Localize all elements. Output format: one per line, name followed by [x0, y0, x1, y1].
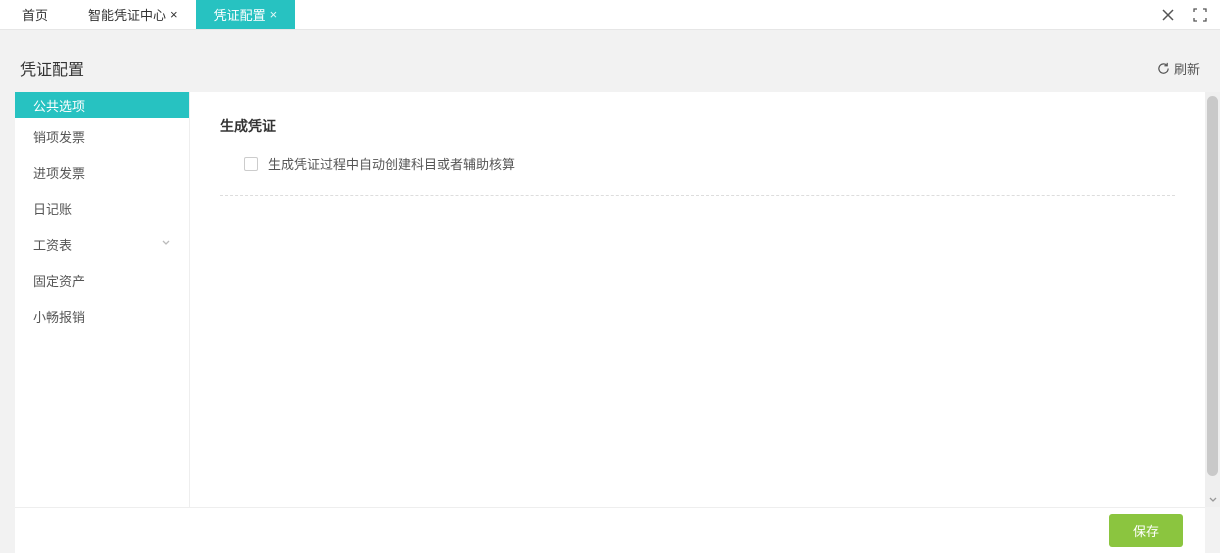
- main-area: 公共选项 销项发票 进项发票 日记账 工资表 固定资产 小畅报销 生成凭证 生成…: [0, 92, 1220, 507]
- fullscreen-icon: [1193, 8, 1207, 22]
- sidebar-item-label: 公共选项: [33, 96, 85, 115]
- sidebar-item-label: 进项发票: [33, 163, 85, 182]
- tab-home[interactable]: 首页: [0, 0, 70, 29]
- tab-label: 智能凭证中心: [88, 5, 166, 24]
- sidebar-item-payroll[interactable]: 工资表: [15, 226, 189, 262]
- footer-bar: 保存: [15, 507, 1205, 553]
- vertical-scrollbar[interactable]: [1205, 92, 1220, 507]
- sidebar-item-label: 工资表: [33, 235, 72, 254]
- section-title: 生成凭证: [220, 116, 1175, 136]
- tab-voucher-config[interactable]: 凭证配置 ×: [196, 0, 296, 29]
- close-all-tabs-button[interactable]: [1156, 3, 1180, 27]
- sidebar-item-journal[interactable]: 日记账: [15, 190, 189, 226]
- sidebar-item-label: 销项发票: [33, 127, 85, 146]
- tab-label: 凭证配置: [214, 5, 266, 24]
- tabstrip-actions: [1156, 0, 1220, 29]
- scrollbar-thumb[interactable]: [1207, 96, 1218, 476]
- auto-create-account-checkbox[interactable]: [244, 157, 258, 171]
- save-button[interactable]: 保存: [1109, 514, 1183, 547]
- fullscreen-button[interactable]: [1188, 3, 1212, 27]
- close-icon[interactable]: ×: [270, 8, 278, 21]
- page-header: 凭证配置 刷新: [0, 44, 1220, 92]
- close-icon: [1162, 9, 1174, 21]
- refresh-icon: [1157, 62, 1170, 75]
- refresh-button[interactable]: 刷新: [1157, 59, 1200, 78]
- tab-voucher-center[interactable]: 智能凭证中心 ×: [70, 0, 196, 29]
- separator: [220, 195, 1175, 196]
- sidebar-item-expense[interactable]: 小畅报销: [15, 298, 189, 334]
- refresh-label: 刷新: [1174, 59, 1200, 78]
- sidebar-item-sales-invoice[interactable]: 销项发票: [15, 118, 189, 154]
- option-label: 生成凭证过程中自动创建科目或者辅助核算: [268, 154, 515, 173]
- page-title: 凭证配置: [20, 56, 84, 80]
- tab-home-label: 首页: [22, 5, 48, 24]
- sidebar-item-label: 日记账: [33, 199, 72, 218]
- sidebar-item-fixed-assets[interactable]: 固定资产: [15, 262, 189, 298]
- content-panel: 生成凭证 生成凭证过程中自动创建科目或者辅助核算: [190, 92, 1205, 507]
- chevron-down-icon: [161, 237, 171, 251]
- sidebar-item-purchase-invoice[interactable]: 进项发票: [15, 154, 189, 190]
- save-button-label: 保存: [1133, 524, 1159, 539]
- scroll-down-icon[interactable]: [1205, 492, 1220, 507]
- sidebar: 公共选项 销项发票 进项发票 日记账 工资表 固定资产 小畅报销: [15, 92, 190, 507]
- close-icon[interactable]: ×: [170, 8, 178, 21]
- tab-strip: 首页 智能凭证中心 × 凭证配置 ×: [0, 0, 1220, 30]
- sidebar-item-label: 固定资产: [33, 271, 85, 290]
- sidebar-item-public-options[interactable]: 公共选项: [15, 92, 189, 118]
- option-row: 生成凭证过程中自动创建科目或者辅助核算: [220, 154, 1175, 173]
- sidebar-item-label: 小畅报销: [33, 307, 85, 326]
